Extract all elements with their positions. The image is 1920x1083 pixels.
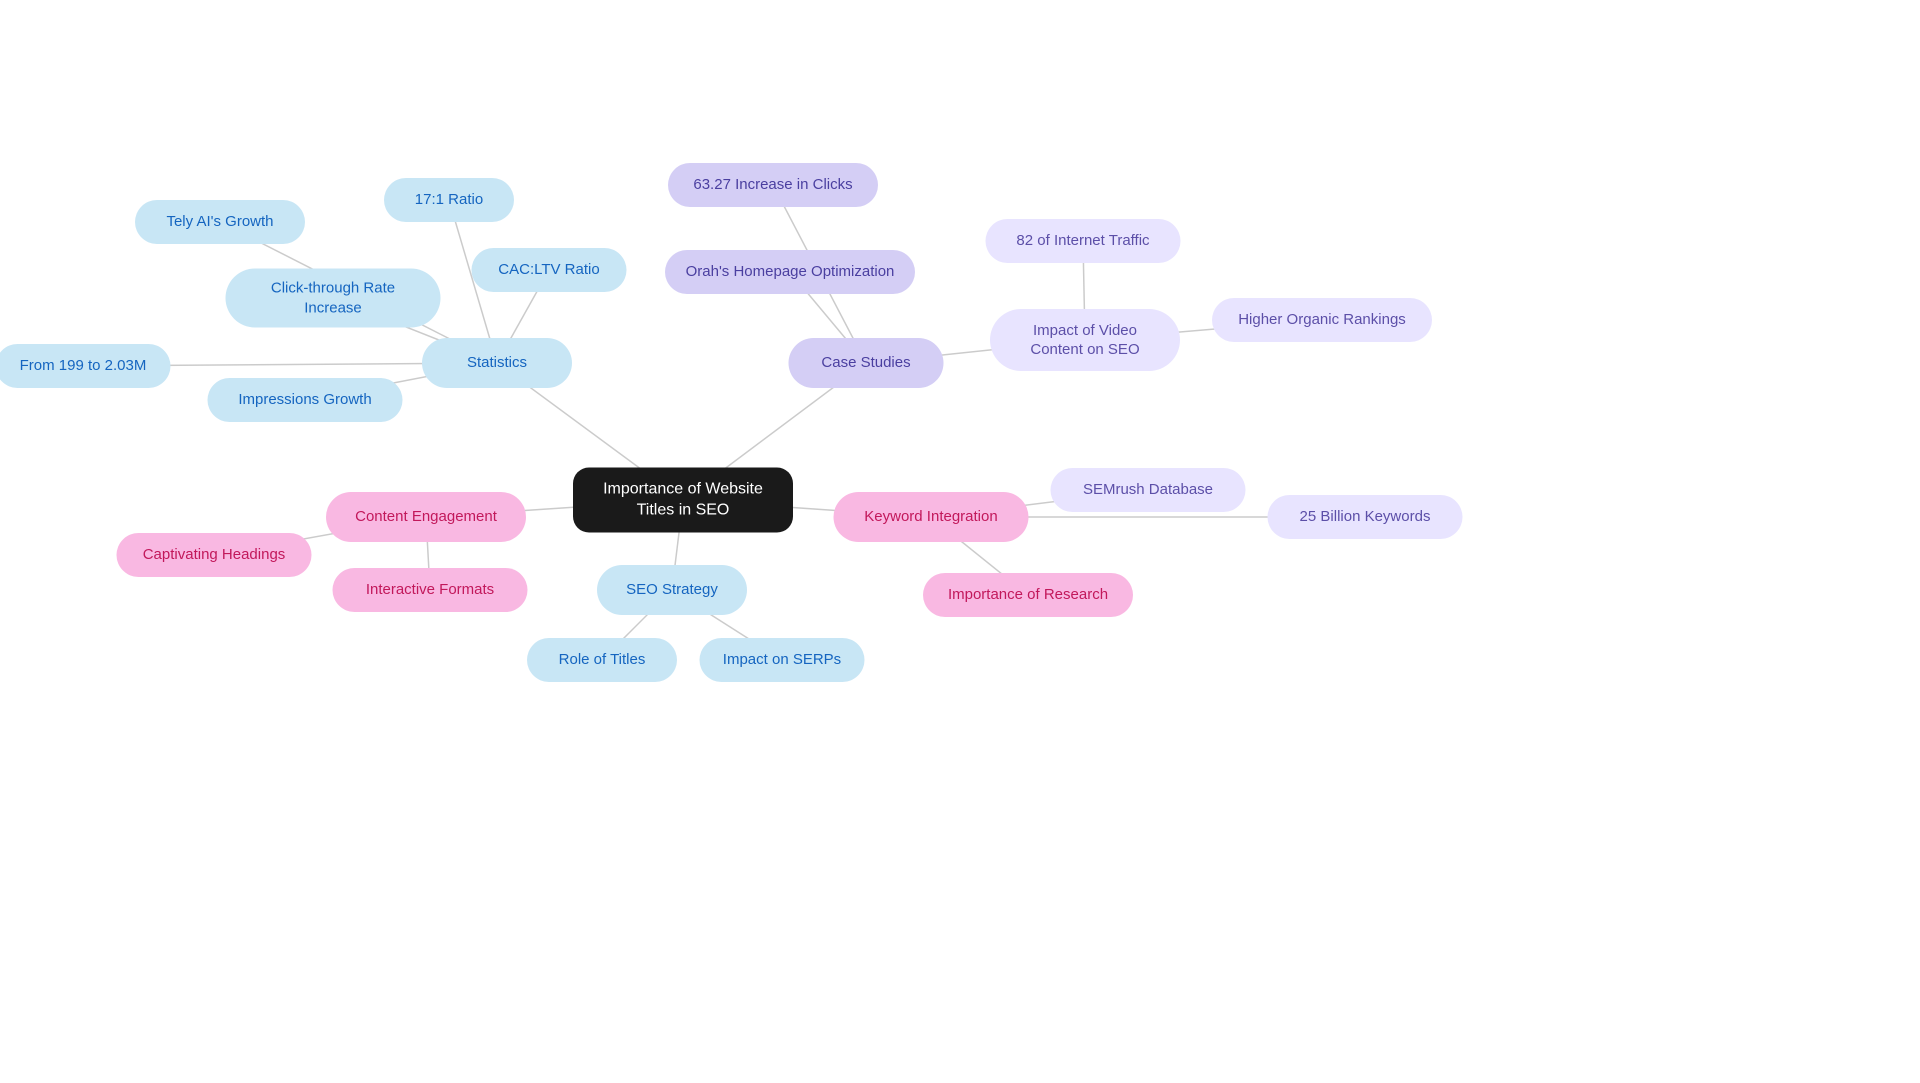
node-increase-clicks[interactable]: 63.27 Increase in Clicks	[668, 163, 878, 207]
node-role-of-titles[interactable]: Role of Titles	[527, 638, 677, 682]
node-statistics[interactable]: Statistics	[422, 338, 572, 388]
node-internet-traffic[interactable]: 82 of Internet Traffic	[986, 219, 1181, 263]
node-content-engagement[interactable]: Content Engagement	[326, 492, 526, 542]
mindmap-container: Importance of Website Titles in SEO Stati…	[0, 0, 1920, 1083]
node-interactive-formats[interactable]: Interactive Formats	[333, 568, 528, 612]
node-ratio-17[interactable]: 17:1 Ratio	[384, 178, 514, 222]
node-cac-ltv[interactable]: CAC:LTV Ratio	[472, 248, 627, 292]
node-25-billion[interactable]: 25 Billion Keywords	[1268, 495, 1463, 539]
node-video-content[interactable]: Impact of Video Content on SEO	[990, 309, 1180, 371]
node-case-studies[interactable]: Case Studies	[789, 338, 944, 388]
node-importance-research[interactable]: Importance of Research	[923, 573, 1133, 617]
node-captivating-headings[interactable]: Captivating Headings	[117, 533, 312, 577]
node-orah-homepage[interactable]: Orah's Homepage Optimization	[665, 250, 915, 294]
node-impact-serps[interactable]: Impact on SERPs	[700, 638, 865, 682]
node-semrush-db[interactable]: SEMrush Database	[1051, 468, 1246, 512]
node-tely-growth[interactable]: Tely AI's Growth	[135, 200, 305, 244]
node-keyword-integration[interactable]: Keyword Integration	[834, 492, 1029, 542]
node-center[interactable]: Importance of Website Titles in SEO	[573, 468, 793, 533]
node-seo-strategy[interactable]: SEO Strategy	[597, 565, 747, 615]
node-impressions[interactable]: Impressions Growth	[208, 378, 403, 422]
node-ctr-increase[interactable]: Click-through Rate Increase	[226, 269, 441, 328]
node-from-199[interactable]: From 199 to 2.03M	[0, 344, 171, 388]
node-higher-rankings[interactable]: Higher Organic Rankings	[1212, 298, 1432, 342]
